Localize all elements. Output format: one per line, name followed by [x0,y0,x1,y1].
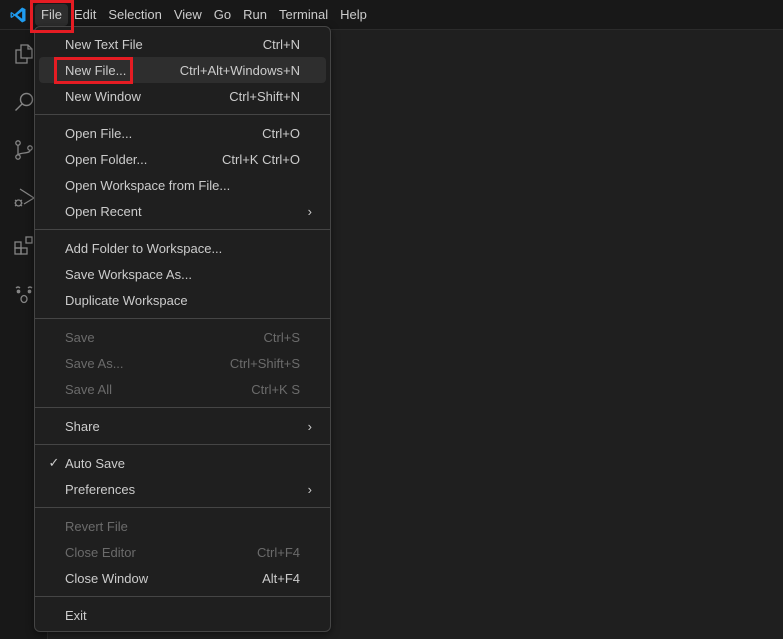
check-icon: ✓ [48,455,60,470]
menu-item-new-window[interactable]: New Window Ctrl+Shift+N [39,83,326,109]
menu-item-preferences[interactable]: Preferences › [39,476,326,502]
menu-item-label: Open File... [65,125,133,141]
menu-item-close-editor[interactable]: Close Editor Ctrl+F4 [39,539,326,565]
menu-item-label: Share [65,418,100,434]
menu-item-auto-save[interactable]: ✓ Auto Save [39,450,326,476]
menu-separator [35,507,330,508]
menu-separator [35,596,330,597]
menu-item-label: Save As... [65,355,124,371]
menu-item-label: Open Workspace from File... [65,177,231,193]
menubar-item-terminal[interactable]: Terminal [273,4,334,26]
file-menu-dropdown: New Text File Ctrl+N New File... Ctrl+Alt+W… [34,26,331,632]
menu-item-keybinding: Ctrl+Alt+Windows+N [179,62,300,78]
menu-item-keybinding: Alt+F4 [262,570,300,586]
menu-item-label: Close Window [65,570,149,586]
menubar-item-selection[interactable]: Selection [102,4,167,26]
menu-item-label: Open Recent [65,203,142,219]
menubar-item-view[interactable]: View [168,4,208,26]
menu-item-keybinding: Ctrl+O [262,125,300,141]
menu-separator [35,407,330,408]
menu-item-duplicate-workspace[interactable]: Duplicate Workspace [39,287,326,313]
menu-item-label: New Window [65,88,141,104]
menu-separator [35,229,330,230]
menubar-item-run[interactable]: Run [237,4,273,26]
menu-item-label: Save All [65,381,112,397]
menu-item-open-workspace-from-file[interactable]: Open Workspace from File... [39,172,326,198]
menu-item-label: Save [65,329,95,345]
menu-item-keybinding: Ctrl+Shift+S [229,355,300,371]
menu-item-exit[interactable]: Exit [39,602,326,628]
menu-item-open-recent[interactable]: Open Recent › [39,198,326,224]
menu-item-new-text-file[interactable]: New Text File Ctrl+N [39,31,326,57]
menu-item-open-file[interactable]: Open File... Ctrl+O [39,120,326,146]
menu-item-keybinding: Ctrl+S [263,329,300,345]
vscode-logo-icon [0,0,35,30]
menu-item-keybinding: Ctrl+F4 [257,544,300,560]
menu-item-label: Open Folder... [65,151,148,167]
menu-separator [35,114,330,115]
menu-item-label: New File... [65,62,127,78]
menu-item-keybinding: Ctrl+K Ctrl+O [221,151,300,167]
menu-item-label: Duplicate Workspace [65,292,188,308]
menu-item-label: Save Workspace As... [65,266,192,282]
menu-item-revert-file[interactable]: Revert File [39,513,326,539]
menu-item-label: Close Editor [65,544,136,560]
chevron-right-icon: › [307,418,312,434]
menu-item-label: Revert File [65,518,128,534]
menubar-item-go[interactable]: Go [208,4,237,26]
menubar-item-file[interactable]: File [35,3,68,26]
menu-item-keybinding: Ctrl+Shift+N [229,88,300,104]
menu-item-close-window[interactable]: Close Window Alt+F4 [39,565,326,591]
menu-item-add-folder-to-workspace[interactable]: Add Folder to Workspace... [39,235,326,261]
menu-item-label: Add Folder to Workspace... [65,240,223,256]
menubar-item-help[interactable]: Help [334,4,373,26]
chevron-right-icon: › [307,203,312,219]
menu-item-share[interactable]: Share › [39,413,326,439]
menu-item-label: New Text File [65,36,143,52]
menu-item-open-folder[interactable]: Open Folder... Ctrl+K Ctrl+O [39,146,326,172]
menu-item-new-file[interactable]: New File... Ctrl+Alt+Windows+N [39,57,326,83]
menu-item-save-all[interactable]: Save All Ctrl+K S [39,376,326,402]
menu-item-save-as[interactable]: Save As... Ctrl+Shift+S [39,350,326,376]
menu-separator [35,318,330,319]
menu-item-save-workspace-as[interactable]: Save Workspace As... [39,261,326,287]
menu-separator [35,444,330,445]
menu-item-keybinding: Ctrl+N [262,36,300,52]
menu-item-label: Auto Save [65,455,125,471]
chevron-right-icon: › [307,481,312,497]
menu-item-save[interactable]: Save Ctrl+S [39,324,326,350]
menu-item-label: Exit [65,607,87,623]
menu-item-keybinding: Ctrl+K S [251,381,300,397]
menubar-item-edit[interactable]: Edit [68,4,102,26]
menu-item-label: Preferences [65,481,136,497]
